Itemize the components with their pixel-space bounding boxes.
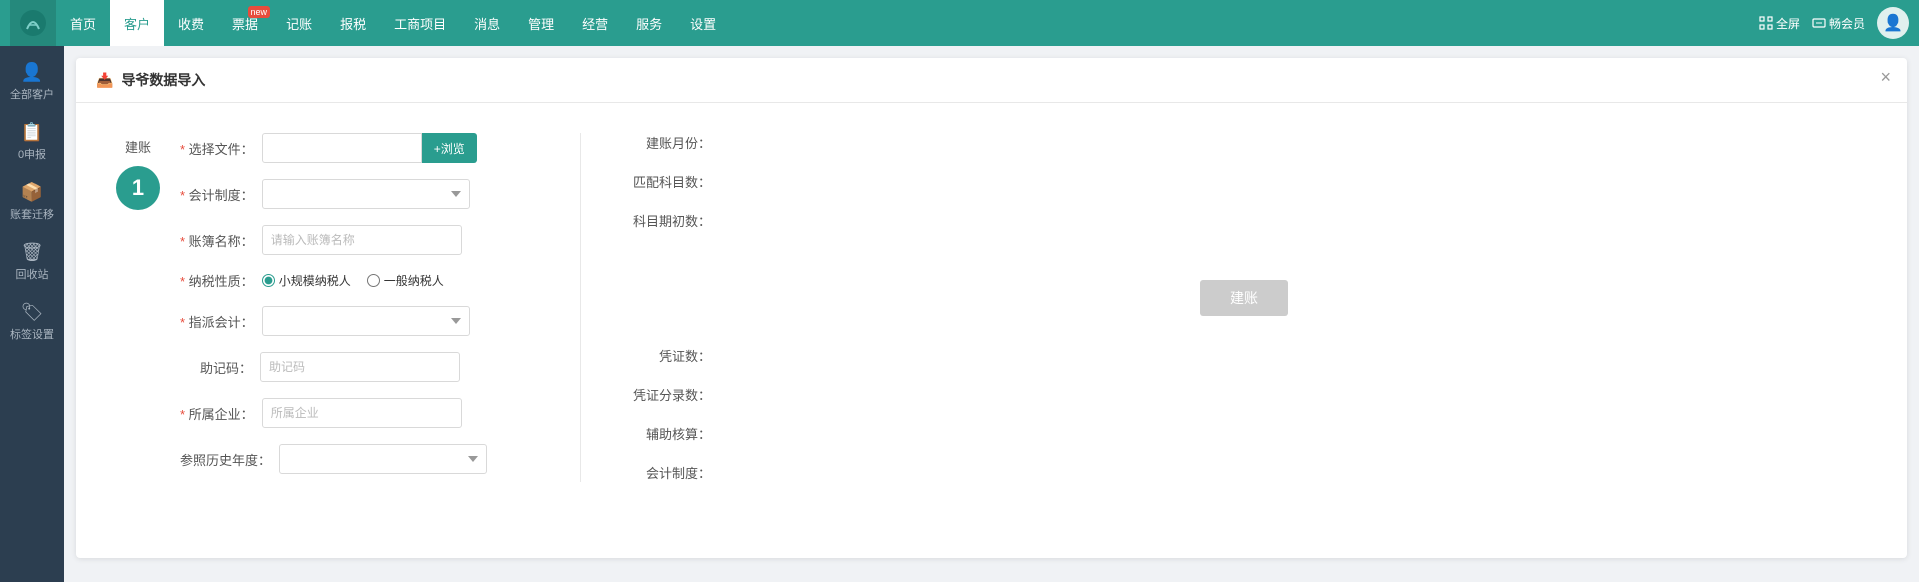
right-fields: 建账月份： 匹配科目数： 科目期初数： 建账 [621, 133, 1867, 482]
top-nav: 首页 客户 收费 票据 new 记账 报税 工商项目 消息 管理 经营 服务 设… [0, 0, 1919, 46]
ledger-name-row: 账簿名称： [180, 225, 540, 255]
assign-accountant-label: 指派会计： [180, 312, 254, 331]
ledger-name-label: 账簿名称： [180, 231, 254, 250]
recycle-icon: 🗑 [21, 242, 44, 263]
memo-code-label: 助记码： [180, 358, 252, 377]
right-field-5: 辅助核算： [621, 424, 1867, 443]
membership-btn[interactable]: 畅会员 [1812, 15, 1865, 32]
right-field-2: 科目期初数： [621, 211, 1867, 230]
main-content: 📥 导爷数据导入 × 建账 1 选择文件： [64, 46, 1919, 582]
right-field-4: 凭证分录数： [621, 385, 1867, 404]
nav-items: 首页 客户 收费 票据 new 记账 报税 工商项目 消息 管理 经营 服务 设… [56, 0, 730, 46]
nav-item-invoice[interactable]: 票据 new [218, 0, 272, 46]
declaration-icon: 📋 [21, 122, 43, 143]
section-label: 建账 [125, 137, 151, 156]
accounting-system-label: 会计制度： [180, 185, 254, 204]
tax-type-row: 纳税性质： 小规模纳税人 一般纳税人 [180, 271, 540, 290]
account-migration-icon: 📦 [21, 182, 43, 203]
nav-item-operation[interactable]: 经营 [568, 0, 622, 46]
right-field-0: 建账月份： [621, 133, 1867, 152]
sidebar-item-tag-settings[interactable]: 🏷 标签设置 [0, 294, 64, 350]
browse-button[interactable]: +浏览 [422, 133, 477, 163]
sidebar-item-label: 回收站 [16, 266, 49, 282]
right-label-1: 匹配科目数： [621, 172, 711, 191]
right-label-0: 建账月份： [621, 133, 711, 152]
right-field-1: 匹配科目数： [621, 172, 1867, 191]
reference-year-select[interactable] [279, 444, 487, 474]
affiliated-company-input[interactable] [262, 398, 462, 428]
nav-item-manage[interactable]: 管理 [514, 0, 568, 46]
file-input[interactable] [262, 133, 422, 163]
accounting-system-row: 会计制度： [180, 179, 540, 209]
reference-year-row: 参照历史年度： [180, 444, 540, 474]
tax-type-label: 纳税性质： [180, 271, 254, 290]
nav-item-bookkeeping[interactable]: 记账 [272, 0, 326, 46]
right-field-3: 凭证数： [621, 346, 1867, 365]
nav-item-message[interactable]: 消息 [460, 0, 514, 46]
reference-year-label: 参照历史年度： [180, 450, 271, 469]
dialog-header: 📥 导爷数据导入 [76, 58, 1907, 103]
sidebar: 👤 全部客户 📋 0申报 📦 账套迁移 🗑 回收站 🏷 标签设置 [0, 46, 64, 582]
sidebar-item-account-migration[interactable]: 📦 账套迁移 [0, 174, 64, 230]
nav-item-home[interactable]: 首页 [56, 0, 110, 46]
app-logo[interactable] [10, 0, 56, 46]
tag-settings-icon: 🏷 [21, 302, 44, 323]
nav-item-customer[interactable]: 客户 [110, 0, 164, 46]
tax-option2-label[interactable]: 一般纳税人 [367, 272, 444, 289]
sidebar-item-recycle[interactable]: 🗑 回收站 [0, 234, 64, 290]
affiliated-company-row: 所属企业： [180, 398, 540, 428]
sidebar-item-label: 0申报 [18, 146, 46, 162]
sidebar-item-label: 账套迁移 [10, 206, 54, 222]
all-customers-icon: 👤 [21, 62, 43, 83]
right-label-3: 凭证数： [621, 346, 711, 365]
assign-accountant-select[interactable] [262, 306, 470, 336]
sidebar-item-all-customers[interactable]: 👤 全部客户 [0, 54, 64, 110]
step-badge: 1 [116, 166, 160, 210]
ledger-name-input[interactable] [262, 225, 462, 255]
nav-item-billing[interactable]: 收费 [164, 0, 218, 46]
file-input-group: +浏览 [262, 133, 477, 163]
top-nav-right: 全屏 畅会员 👤 [1759, 7, 1909, 39]
import-icon: 📥 [96, 72, 113, 89]
sidebar-item-label: 标签设置 [10, 326, 54, 342]
tax-option1-radio[interactable] [262, 274, 275, 287]
form-left: 建账 1 选择文件： +浏览 [116, 133, 540, 482]
memo-code-row: 助记码： [180, 352, 540, 382]
new-badge: new [248, 6, 271, 18]
close-button[interactable]: × [1880, 68, 1891, 86]
nav-item-service[interactable]: 服务 [622, 0, 676, 46]
form-area: 建账 1 选择文件： +浏览 [76, 103, 1907, 502]
build-btn-container: 建账 [621, 270, 1867, 316]
tax-option2-radio[interactable] [367, 274, 380, 287]
form-grid: 选择文件： +浏览 会计制度： [180, 133, 540, 474]
user-avatar[interactable]: 👤 [1877, 7, 1909, 39]
fullscreen-btn[interactable]: 全屏 [1759, 15, 1800, 32]
tax-type-radio-group: 小规模纳税人 一般纳税人 [262, 272, 444, 289]
right-label-2: 科目期初数： [621, 211, 711, 230]
assign-accountant-row: 指派会计： [180, 306, 540, 336]
tax-option1-label[interactable]: 小规模纳税人 [262, 272, 351, 289]
accounting-system-select[interactable] [262, 179, 470, 209]
dialog-card: 📥 导爷数据导入 × 建账 1 选择文件： [76, 58, 1907, 558]
file-label: 选择文件： [180, 139, 254, 158]
right-label-4: 凭证分录数： [621, 385, 711, 404]
file-row: 选择文件： +浏览 [180, 133, 540, 163]
right-label-6: 会计制度： [621, 463, 711, 482]
layout: 👤 全部客户 📋 0申报 📦 账套迁移 🗑 回收站 🏷 标签设置 📥 导爷数据导… [0, 46, 1919, 582]
nav-item-tax[interactable]: 报税 [326, 0, 380, 46]
nav-item-settings[interactable]: 设置 [676, 0, 730, 46]
affiliated-company-label: 所属企业： [180, 404, 254, 423]
right-label-5: 辅助核算： [621, 424, 711, 443]
sidebar-item-declaration[interactable]: 📋 0申报 [0, 114, 64, 170]
right-field-6: 会计制度： [621, 463, 1867, 482]
form-right: 建账月份： 匹配科目数： 科目期初数： 建账 [580, 133, 1867, 482]
dialog-title: 导爷数据导入 [121, 70, 205, 90]
sidebar-item-label: 全部客户 [10, 86, 54, 102]
nav-item-business[interactable]: 工商项目 [380, 0, 460, 46]
build-account-button[interactable]: 建账 [1200, 280, 1288, 316]
memo-code-input[interactable] [260, 352, 460, 382]
